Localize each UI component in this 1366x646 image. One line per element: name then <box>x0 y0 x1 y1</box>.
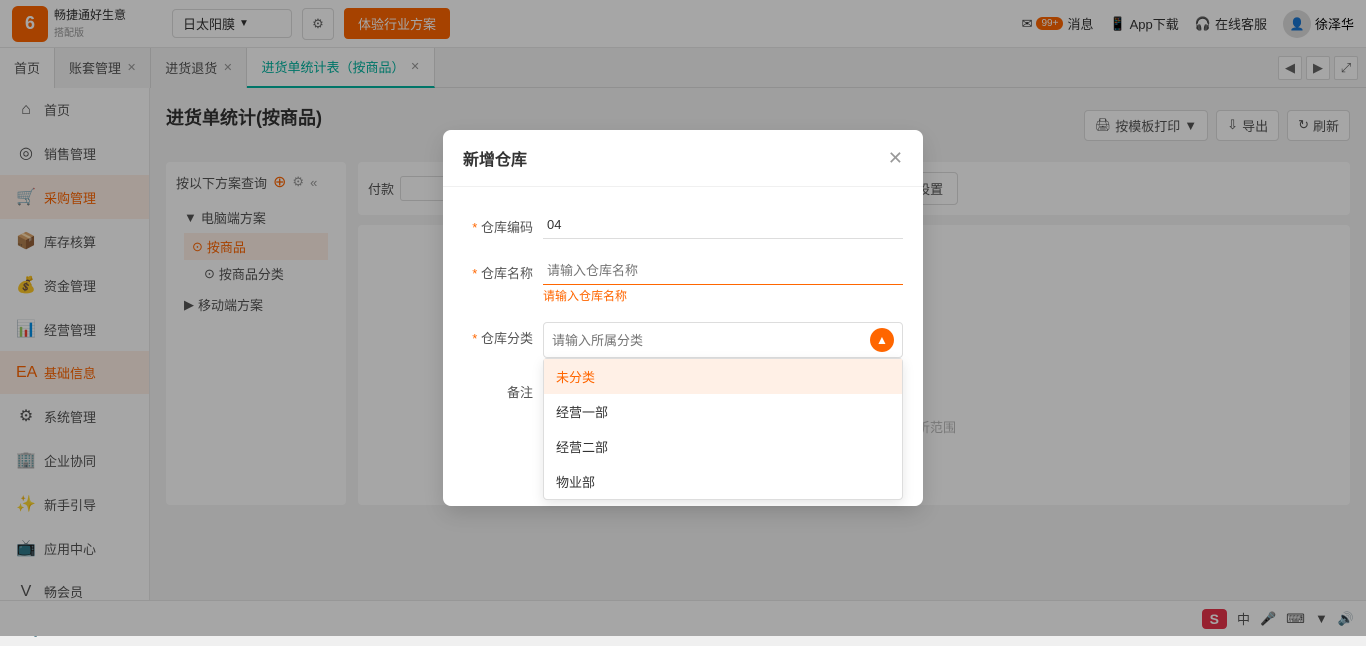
dropdown-item-uncategorized[interactable]: 未分类 <box>544 359 902 394</box>
category-dropdown-arrow[interactable]: ▲ <box>870 328 894 352</box>
category-field-wrap: ▲ 未分类 经营一部 经营二部 物业部 <box>543 322 903 358</box>
notes-label: 备注 <box>463 376 543 401</box>
dialog-close-button[interactable]: ✕ <box>888 148 903 169</box>
code-input[interactable] <box>543 211 903 239</box>
dialog-title: 新增仓库 <box>463 146 527 170</box>
name-error-message: 请输入仓库名称 <box>543 287 903 304</box>
form-row-name: * 仓库名称 请输入仓库名称 <box>463 257 903 304</box>
category-dropdown-list: 未分类 经营一部 经营二部 物业部 <box>543 358 903 500</box>
category-dropdown: ▲ 未分类 经营一部 经营二部 物业部 <box>543 322 903 358</box>
dialog-header: 新增仓库 ✕ <box>443 130 923 187</box>
name-input[interactable] <box>543 257 903 285</box>
dropdown-item-dept2[interactable]: 经营二部 <box>544 429 902 464</box>
dropdown-item-dept1[interactable]: 经营一部 <box>544 394 902 429</box>
dialog-overlay: 新增仓库 ✕ * 仓库编码 * 仓库名称 <box>0 0 1366 636</box>
dialog-body: * 仓库编码 * 仓库名称 请输入仓库名称 <box>443 187 923 438</box>
form-row-code: * 仓库编码 <box>463 211 903 239</box>
name-field-wrap: 请输入仓库名称 <box>543 257 903 304</box>
new-warehouse-dialog: 新增仓库 ✕ * 仓库编码 * 仓库名称 <box>443 130 923 506</box>
category-label: * 仓库分类 <box>463 322 543 347</box>
category-input[interactable] <box>552 333 870 348</box>
code-label: * 仓库编码 <box>463 211 543 236</box>
form-row-category: * 仓库分类 ▲ 未分类 经营一部 经营二部 物业部 <box>463 322 903 358</box>
code-field-wrap <box>543 211 903 239</box>
dropdown-item-dept3[interactable]: 物业部 <box>544 464 902 499</box>
name-label: * 仓库名称 <box>463 257 543 282</box>
category-input-row: ▲ <box>543 322 903 358</box>
